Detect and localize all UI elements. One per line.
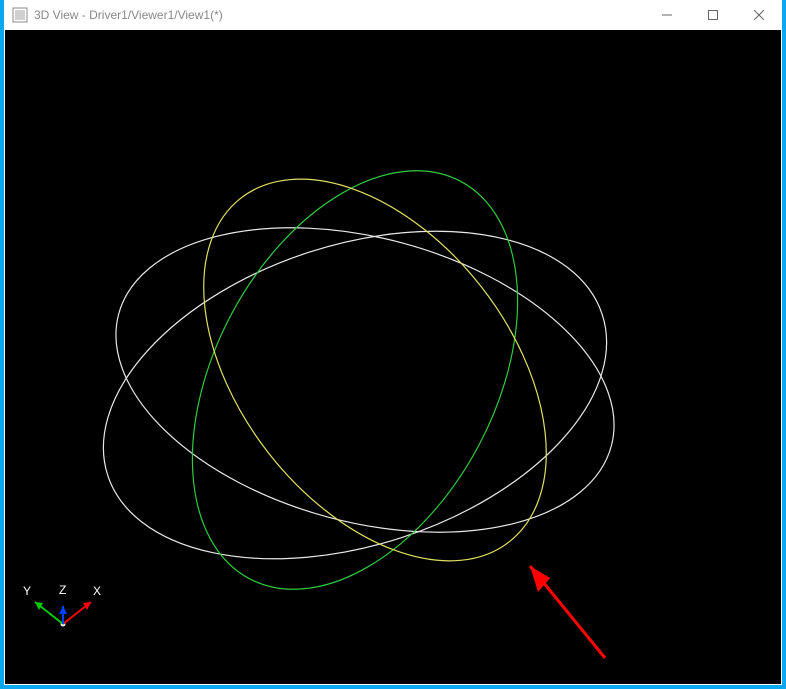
axis-label-y: Y	[23, 584, 31, 598]
viewport-canvas	[5, 30, 781, 684]
orbit-ellipse-white-1	[61, 172, 648, 618]
annotation-arrow-icon	[530, 566, 605, 658]
orbit-ellipse-green	[126, 116, 584, 645]
application-window: 3D View - Driver1/Viewer1/View1(*)	[4, 0, 782, 685]
3d-viewport[interactable]: Y Z X	[5, 30, 781, 684]
window-title: 3D View - Driver1/Viewer1/View1(*)	[34, 8, 644, 22]
orbit-ellipse-yellow	[134, 115, 615, 625]
axis-label-z: Z	[59, 583, 66, 597]
titlebar[interactable]: 3D View - Driver1/Viewer1/View1(*)	[4, 0, 782, 30]
axis-gizmo[interactable]: Y Z X	[23, 574, 103, 644]
window-controls	[644, 0, 782, 30]
window-icon	[12, 7, 28, 23]
axis-label-x: X	[93, 584, 101, 598]
maximize-button[interactable]	[690, 0, 736, 30]
close-button[interactable]	[736, 0, 782, 30]
minimize-button[interactable]	[644, 0, 690, 30]
